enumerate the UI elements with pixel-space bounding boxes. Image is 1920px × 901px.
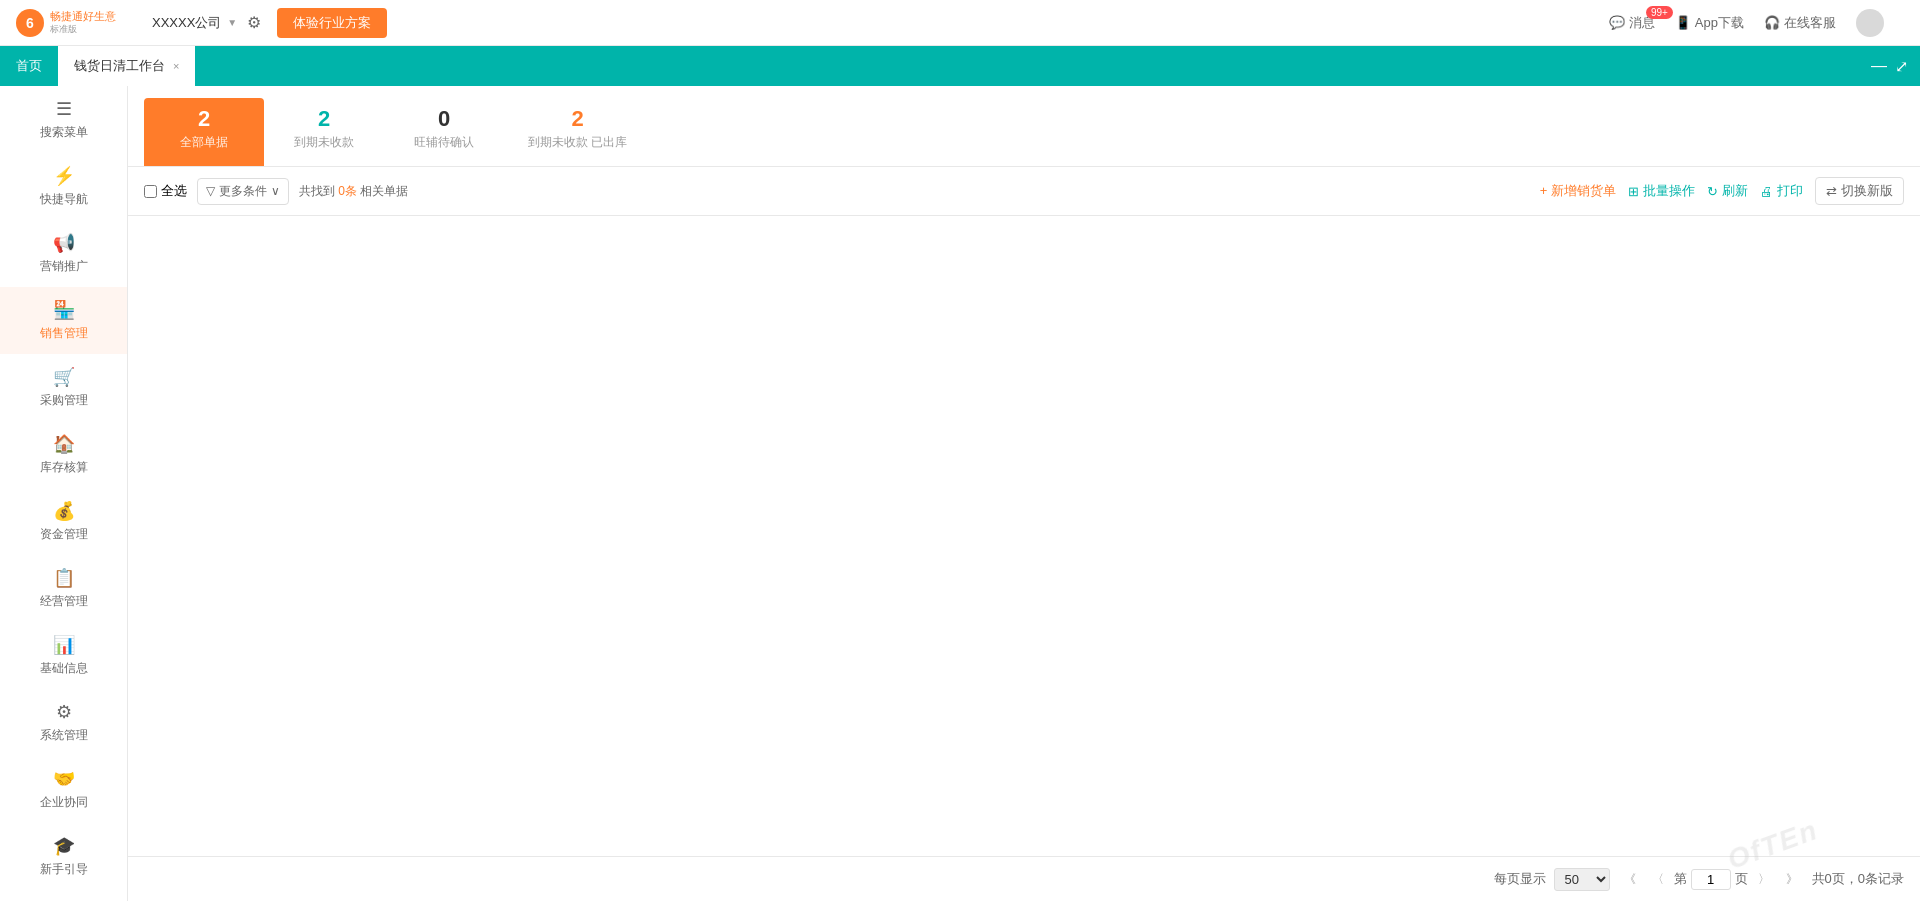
new-sales-order-button[interactable]: + 新增销货单: [1540, 182, 1616, 200]
phone-icon: 📱: [1675, 15, 1691, 30]
operation-icon: 📋: [53, 567, 75, 589]
stat-tab-pending[interactable]: 0 旺辅待确认: [384, 98, 504, 166]
minimize-icon[interactable]: —: [1871, 57, 1887, 76]
company-selector[interactable]: XXXXX公司 ▼: [152, 14, 237, 32]
footer-pagination: 每页显示 50 20 100 《 〈 第 页 〉 》 共0页，0条记录: [128, 856, 1920, 901]
table-area: [128, 216, 1920, 856]
refresh-icon: ↻: [1707, 184, 1718, 199]
stat-label-pending: 旺辅待确认: [414, 134, 474, 151]
sidebar-item-search-menu[interactable]: ☰ 搜索菜单: [0, 86, 127, 153]
toolbar: 全选 ▽ 更多条件 ∨ 共找到 0条 相关单据 + 新增销货单 ⊞ 批量操作: [128, 167, 1920, 216]
headset-icon: 🎧: [1764, 15, 1780, 30]
sidebar-item-enterprise[interactable]: 🤝 企业协同: [0, 756, 127, 823]
enterprise-icon: 🤝: [53, 768, 75, 790]
trial-button[interactable]: 体验行业方案: [277, 8, 387, 38]
switch-icon: ⇄: [1826, 184, 1837, 199]
logo-icon: 6: [16, 9, 44, 37]
message-badge: 99+: [1646, 6, 1673, 19]
logo-text: 畅捷通好生意: [50, 9, 116, 23]
sidebar: ☰ 搜索菜单 ⚡ 快捷导航 📢 营销推广 🏪 销售管理 🛒 采购管理 🏠 库存核…: [0, 86, 128, 901]
sidebar-item-system[interactable]: ⚙ 系统管理: [0, 689, 127, 756]
total-text: 共0页，0条记录: [1812, 870, 1904, 888]
main-layout: ☰ 搜索菜单 ⚡ 快捷导航 📢 营销推广 🏪 销售管理 🛒 采购管理 🏠 库存核…: [0, 86, 1920, 901]
avatar[interactable]: [1856, 9, 1884, 37]
sidebar-item-quick-nav[interactable]: ⚡ 快捷导航: [0, 153, 127, 220]
logo-tag: 标准版: [50, 23, 116, 36]
stats-tabs: 2 全部单据 2 到期未收款 0 旺辅待确认 2 到期未收款 已出库: [128, 86, 1920, 167]
chevron-down-icon: ∨: [271, 184, 280, 198]
stat-tab-all[interactable]: 2 全部单据: [144, 98, 264, 166]
nav-tabs: 首页 钱货日清工作台 × — ⤢: [0, 46, 1920, 86]
stat-num-all: 2: [198, 106, 210, 132]
refresh-button[interactable]: ↻ 刷新: [1707, 182, 1748, 200]
quick-nav-icon: ⚡: [53, 165, 75, 187]
sidebar-item-purchase[interactable]: 🛒 采购管理: [0, 354, 127, 421]
switch-version-button[interactable]: ⇄ 切换新版: [1815, 177, 1904, 205]
stat-num-pending: 0: [438, 106, 450, 132]
stat-label-all: 全部单据: [180, 134, 228, 151]
stat-label-shipped: 到期未收款 已出库: [528, 134, 627, 151]
sidebar-item-marketing[interactable]: 📢 营销推广: [0, 220, 127, 287]
page-size-label: 每页显示: [1494, 870, 1546, 888]
next-page-button[interactable]: 〉: [1752, 867, 1776, 891]
sidebar-item-sales[interactable]: 🏪 销售管理: [0, 287, 127, 354]
filter-button[interactable]: ▽ 更多条件 ∨: [197, 178, 289, 205]
maximize-icon[interactable]: ⤢: [1895, 57, 1908, 76]
content-area: 2 全部单据 2 到期未收款 0 旺辅待确认 2 到期未收款 已出库 全选: [128, 86, 1920, 901]
batch-icon: ⊞: [1628, 184, 1639, 199]
guide-icon: 🎓: [53, 835, 75, 857]
stat-label-overdue: 到期未收款: [294, 134, 354, 151]
print-button[interactable]: 🖨 打印: [1760, 182, 1803, 200]
tab-active[interactable]: 钱货日清工作台 ×: [58, 46, 195, 86]
prev-page-button[interactable]: 〈: [1646, 867, 1670, 891]
sales-icon: 🏪: [53, 299, 75, 321]
sidebar-item-guide[interactable]: 🎓 新手引导: [0, 823, 127, 890]
tab-right-controls: — ⤢: [1871, 57, 1920, 76]
company-name: XXXXX公司: [152, 14, 221, 32]
page-prefix: 第: [1674, 870, 1687, 888]
stat-num-shipped: 2: [572, 106, 584, 132]
print-icon: 🖨: [1760, 184, 1773, 199]
toolbar-right: + 新增销货单 ⊞ 批量操作 ↻ 刷新 🖨 打印 ⇄ 切换新版: [1540, 177, 1904, 205]
top-header: 6 畅捷通好生意 标准版 XXXXX公司 ▼ ⚙ 体验行业方案 💬 消息 99+…: [0, 0, 1920, 46]
chevron-down-icon[interactable]: ▼: [227, 17, 237, 28]
inventory-icon: 🏠: [53, 433, 75, 455]
close-tab-icon[interactable]: ×: [173, 60, 179, 72]
app-download-button[interactable]: 📱 App下载: [1675, 14, 1744, 32]
message-icon: 💬: [1609, 15, 1625, 30]
last-page-button[interactable]: 》: [1780, 867, 1804, 891]
sidebar-item-inventory[interactable]: 🏠 库存核算: [0, 421, 127, 488]
sidebar-item-operation[interactable]: 📋 经营管理: [0, 555, 127, 622]
marketing-icon: 📢: [53, 232, 75, 254]
menu-icon: ☰: [56, 98, 72, 120]
stat-tab-shipped[interactable]: 2 到期未收款 已出库: [504, 98, 651, 166]
toolbar-left: 全选 ▽ 更多条件 ∨ 共找到 0条 相关单据: [144, 178, 408, 205]
sidebar-item-basic-info[interactable]: 📊 基础信息: [0, 622, 127, 689]
sidebar-item-finance[interactable]: 💰 资金管理: [0, 488, 127, 555]
logo-area: 6 畅捷通好生意 标准版: [16, 9, 144, 37]
page-size-select[interactable]: 50 20 100: [1554, 868, 1610, 891]
purchase-icon: 🛒: [53, 366, 75, 388]
online-service-button[interactable]: 🎧 在线客服: [1764, 14, 1836, 32]
settings-icon[interactable]: ⚙: [247, 13, 261, 32]
tab-home[interactable]: 首页: [0, 46, 58, 86]
stat-tab-overdue[interactable]: 2 到期未收款: [264, 98, 384, 166]
filter-icon: ▽: [206, 184, 215, 198]
select-all-checkbox[interactable]: 全选: [144, 182, 187, 200]
page-number-input[interactable]: [1691, 869, 1731, 890]
page-navigation: 《 〈 第 页 〉 》: [1618, 867, 1804, 891]
batch-operation-button[interactable]: ⊞ 批量操作: [1628, 182, 1695, 200]
select-all-input[interactable]: [144, 185, 157, 198]
message-button[interactable]: 💬 消息 99+: [1609, 14, 1655, 32]
basic-info-icon: 📊: [53, 634, 75, 656]
stat-num-overdue: 2: [318, 106, 330, 132]
system-icon: ⚙: [56, 701, 72, 723]
page-suffix: 页: [1735, 870, 1748, 888]
result-text: 共找到 0条 相关单据: [299, 183, 408, 200]
first-page-button[interactable]: 《: [1618, 867, 1642, 891]
finance-icon: 💰: [53, 500, 75, 522]
header-right: 💬 消息 99+ 📱 App下载 🎧 在线客服: [1609, 9, 1904, 37]
sidebar-item-app-center[interactable]: 📱 应用中心: [0, 890, 127, 901]
